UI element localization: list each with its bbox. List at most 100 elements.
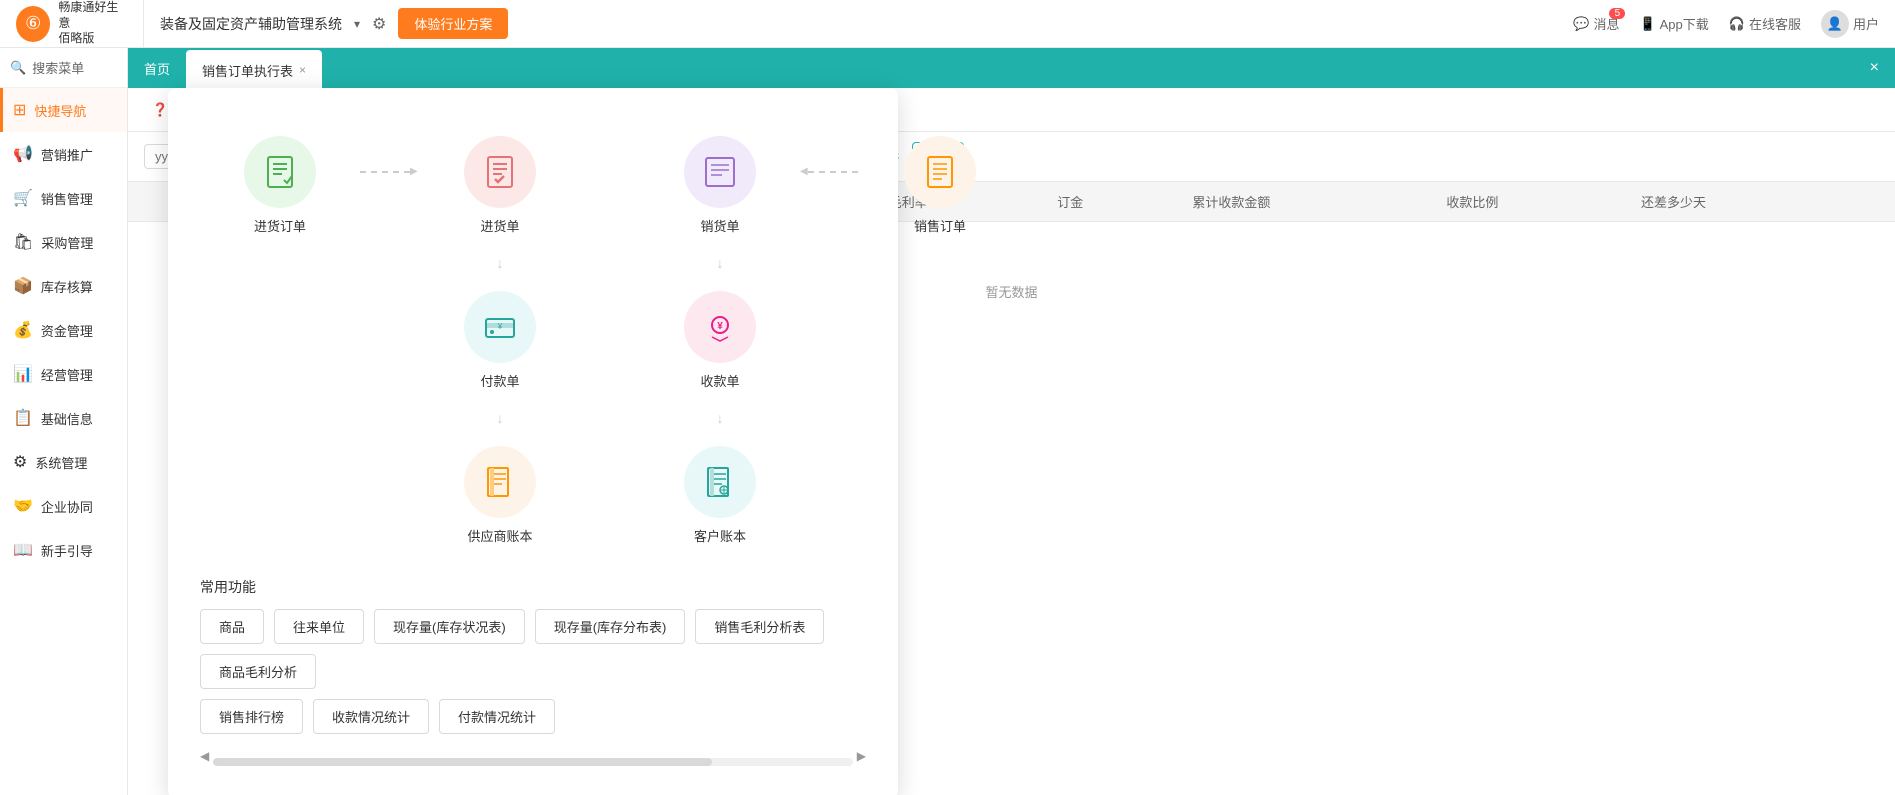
flow-supplier-ledger[interactable]: 供应商账本 <box>420 430 580 561</box>
down-arrow-payment: ↓ <box>420 410 580 426</box>
avatar: 👤 <box>1821 10 1849 38</box>
scrollbar-thumb <box>213 758 712 766</box>
sidebar: 🔍 搜索菜单 ⊞ 快捷导航 📢 营销推广 🛒 销售管理 🛍 采购管理 📦 <box>0 48 128 795</box>
common-funcs-title: 常用功能 <box>200 577 866 597</box>
user-area[interactable]: 👤 用户 <box>1821 10 1879 38</box>
sidebar-item-finance[interactable]: 💰 资金管理 <box>0 308 127 352</box>
marketing-icon: 📢 <box>13 144 33 164</box>
popup-scroll-container: ◀ ▶ <box>200 746 866 766</box>
sidebar-item-marketing[interactable]: 📢 营销推广 <box>0 132 127 176</box>
supplier-ledger-label: 供应商账本 <box>467 526 532 545</box>
flow-sales-bill[interactable]: 销货单 <box>640 120 800 251</box>
online-service-button[interactable]: 🎧 在线客服 <box>1729 14 1801 33</box>
supplier-ledger-circle <box>464 446 536 518</box>
quick-nav-popup: 进货订单 ▶ 进货单 <box>168 88 898 795</box>
purchase-order-circle <box>244 136 316 208</box>
logo-icon: ⑥ <box>16 6 50 42</box>
svg-text:¥: ¥ <box>497 322 503 331</box>
app-download-button[interactable]: 📱 App下载 <box>1639 14 1708 33</box>
receipt-label: 收款单 <box>700 371 739 390</box>
func-btn-stock-status[interactable]: 现存量(库存状况表) <box>374 609 525 644</box>
operations-icon: 📊 <box>13 364 33 384</box>
system-title: 装备及固定资产辅助管理系统 <box>160 14 342 34</box>
flow-sales-order[interactable]: 销售订单 <box>860 120 1020 251</box>
purchase-bill-label: 进货单 <box>480 216 519 235</box>
func-btn-receipt-stats[interactable]: 收款情况统计 <box>313 699 429 734</box>
finance-icon: 💰 <box>13 320 33 340</box>
scroll-right-icon[interactable]: ▶ <box>857 749 866 763</box>
sidebar-item-enterprise[interactable]: 🤝 企业协同 <box>0 484 127 528</box>
payment-circle: ¥ <box>464 291 536 363</box>
sales-bill-circle <box>684 136 756 208</box>
service-icon: 🎧 <box>1729 16 1745 32</box>
quick-nav-icon: ⊞ <box>13 100 26 120</box>
sidebar-item-operations[interactable]: 📊 经营管理 <box>0 352 127 396</box>
func-row-1: 商品 往来单位 现存量(库存状况表) 现存量(库存分布表) 销售毛利分析表 商品… <box>200 609 866 689</box>
popup-overlay: 进货订单 ▶ 进货单 <box>128 48 1895 795</box>
purchase-order-label: 进货订单 <box>254 216 306 235</box>
top-bar-right: 💬 消息 5 📱 App下载 🎧 在线客服 👤 用户 <box>1573 10 1879 38</box>
purchase-icon: 🛍 <box>13 232 33 252</box>
sales-icon: 🛒 <box>13 188 33 208</box>
down-arrow-sales: ↓ <box>640 255 800 271</box>
top-bar: ⑥ 畅康通好生意 佰略版 装备及固定资产辅助管理系统 ▾ ⚙ 体验行业方案 💬 … <box>0 0 1895 48</box>
func-btn-payment-stats[interactable]: 付款情况统计 <box>439 699 555 734</box>
logo-text: 畅康通好生意 佰略版 <box>58 0 127 47</box>
flow-payment[interactable]: ¥ 付款单 <box>420 275 580 406</box>
payment-label: 付款单 <box>480 371 519 390</box>
sales-order-label: 销售订单 <box>914 216 966 235</box>
logo-area: ⑥ 畅康通好生意 佰略版 <box>16 0 144 47</box>
content-area: 首页 销售订单执行表 × × ❓ 帮助 🖨 按模板打印 ▾ <box>128 48 1895 795</box>
down-arrow-receipt: ↓ <box>640 410 800 426</box>
func-btn-stock-dist[interactable]: 现存量(库存分布表) <box>535 609 686 644</box>
system-icon: ⚙ <box>13 452 27 472</box>
settings-icon[interactable]: ⚙ <box>372 14 386 34</box>
sidebar-item-system[interactable]: ⚙ 系统管理 <box>0 440 127 484</box>
scroll-left-icon[interactable]: ◀ <box>200 749 209 763</box>
func-btn-goods[interactable]: 商品 <box>200 609 264 644</box>
sidebar-item-inventory[interactable]: 📦 库存核算 <box>0 264 127 308</box>
customer-ledger-circle <box>684 446 756 518</box>
experience-button[interactable]: 体验行业方案 <box>398 8 508 39</box>
common-funcs-section: 常用功能 商品 往来单位 现存量(库存状况表) 现存量(库存分布表) 销售毛利分… <box>200 577 866 734</box>
func-btn-counterpart[interactable]: 往来单位 <box>274 609 364 644</box>
search-icon: 🔍 <box>10 60 26 76</box>
download-icon: 📱 <box>1639 16 1655 32</box>
func-btn-sales-profit[interactable]: 销售毛利分析表 <box>695 609 824 644</box>
flow-customer-ledger[interactable]: 客户账本 <box>640 430 800 561</box>
search-menu[interactable]: 🔍 搜索菜单 <box>0 48 127 88</box>
gap-1 <box>580 172 640 200</box>
message-button[interactable]: 💬 消息 5 <box>1573 14 1619 33</box>
enterprise-icon: 🤝 <box>13 496 33 516</box>
sidebar-item-purchase[interactable]: 🛍 采购管理 <box>0 220 127 264</box>
sidebar-item-sales[interactable]: 🛒 销售管理 <box>0 176 127 220</box>
top-bar-center: 装备及固定资产辅助管理系统 ▾ ⚙ 体验行业方案 <box>144 8 1573 39</box>
dropdown-arrow-icon[interactable]: ▾ <box>354 17 360 31</box>
arrow-1: ▶ <box>360 166 420 205</box>
message-icon: 💬 <box>1573 16 1589 32</box>
app-wrapper: ⑥ 畅康通好生意 佰略版 装备及固定资产辅助管理系统 ▾ ⚙ 体验行业方案 💬 … <box>0 0 1895 795</box>
purchase-bill-circle <box>464 136 536 208</box>
customer-ledger-label: 客户账本 <box>694 526 746 545</box>
sidebar-item-guide[interactable]: 📖 新手引导 <box>0 528 127 572</box>
svg-text:¥: ¥ <box>717 321 723 332</box>
sidebar-item-quick-nav[interactable]: ⊞ 快捷导航 <box>0 88 127 132</box>
receipt-circle: ¥ <box>684 291 756 363</box>
func-btn-sales-rank[interactable]: 销售排行榜 <box>200 699 303 734</box>
func-row-2: 销售排行榜 收款情况统计 付款情况统计 <box>200 699 866 734</box>
main-area: 🔍 搜索菜单 ⊞ 快捷导航 📢 营销推广 🛒 销售管理 🛍 采购管理 📦 <box>0 48 1895 795</box>
message-badge: 5 <box>1609 8 1625 19</box>
popup-scrollbar[interactable] <box>213 758 853 766</box>
flow-receipt[interactable]: ¥ 收款单 <box>640 275 800 406</box>
guide-icon: 📖 <box>13 540 33 560</box>
inventory-icon: 📦 <box>13 276 33 296</box>
func-btn-goods-profit[interactable]: 商品毛利分析 <box>200 654 316 689</box>
basic-info-icon: 📋 <box>13 408 33 428</box>
sidebar-item-basic-info[interactable]: 📋 基础信息 <box>0 396 127 440</box>
flow-purchase-order[interactable]: 进货订单 <box>200 120 360 251</box>
sales-bill-label: 销货单 <box>700 216 739 235</box>
sales-order-circle <box>904 136 976 208</box>
down-arrow-purchase: ↓ <box>420 255 580 271</box>
arrow-2: ◀ <box>800 166 860 205</box>
flow-purchase-bill[interactable]: 进货单 <box>420 120 580 251</box>
